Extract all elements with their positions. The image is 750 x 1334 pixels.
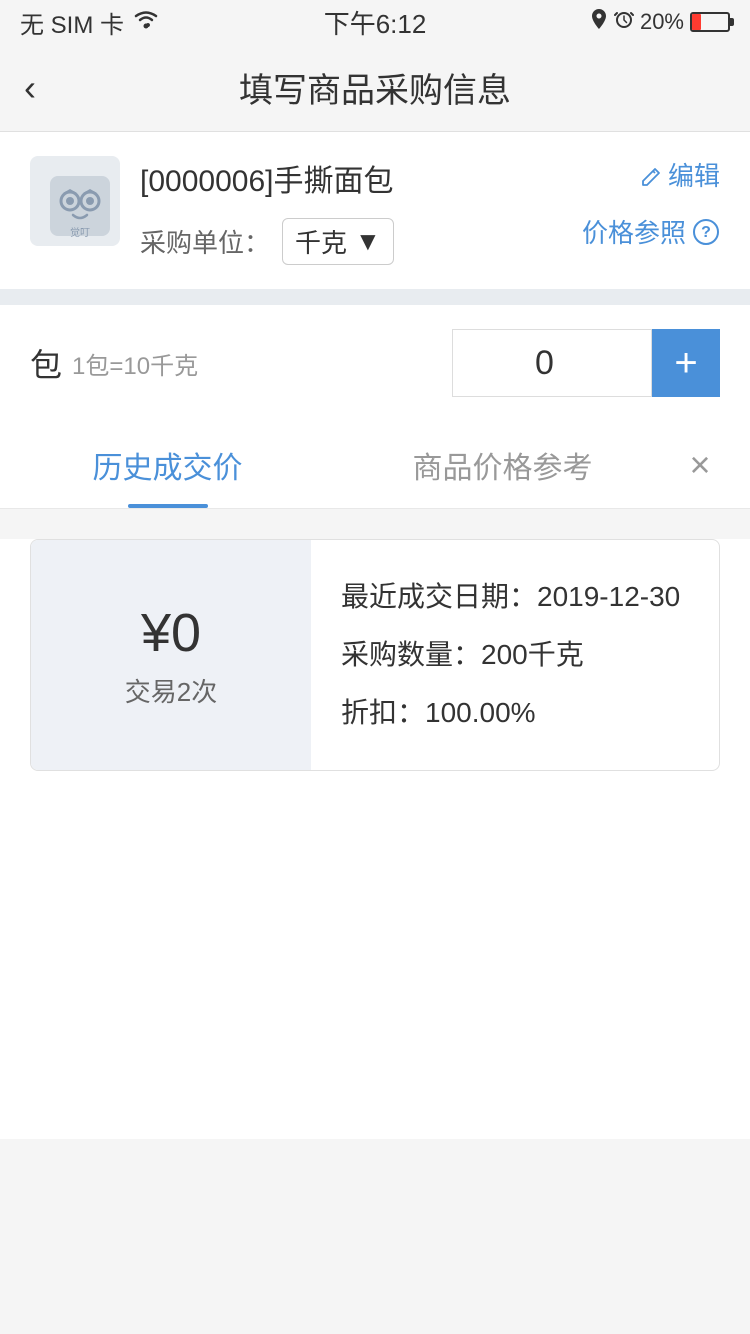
price-reference-button[interactable]: 价格参照 ?	[582, 213, 720, 250]
dropdown-arrow-icon: ▼	[355, 226, 381, 257]
edit-label: 编辑	[668, 156, 720, 193]
battery-icon	[690, 12, 730, 32]
discount-value: 100.00%	[425, 697, 536, 728]
quantity-input[interactable]	[452, 329, 652, 397]
purchase-qty-value: 200千克	[481, 639, 584, 670]
product-logo-icon: 觉叮	[45, 171, 115, 241]
page-title: 填写商品采购信息	[239, 63, 511, 112]
tab-history-price-label: 历史成交价	[93, 443, 243, 487]
location-icon	[590, 8, 608, 36]
quantity-row: 包 1包=10千克 +	[0, 305, 750, 421]
edit-icon	[640, 164, 662, 186]
unit-dropdown[interactable]: 千克 ▼	[282, 218, 394, 265]
discount-row: 折扣：100.00%	[341, 692, 689, 734]
price-details: 最近成交日期：2019-12-30 采购数量：200千克 折扣：100.00%	[311, 540, 719, 770]
quantity-unit-char: 包	[30, 340, 62, 386]
product-unit-row: 采购单位： 千克 ▼	[140, 218, 394, 265]
tab-active-indicator	[128, 504, 208, 508]
product-name: [0000006]手撕面包	[140, 156, 394, 200]
product-right-actions: 编辑 价格参照 ?	[582, 156, 720, 250]
product-info: [0000006]手撕面包 采购单位： 千克 ▼	[140, 156, 394, 265]
svg-text:?: ?	[701, 224, 711, 241]
help-circle-icon: ?	[692, 218, 720, 246]
close-icon: ×	[689, 444, 710, 486]
unit-value: 千克	[295, 223, 347, 260]
transaction-count: 交易2次	[125, 672, 217, 709]
carrier-text: 无 SIM 卡	[20, 5, 124, 40]
tab-price-ref-label: 商品价格参考	[413, 443, 593, 487]
status-time: 下午6:12	[324, 4, 427, 41]
tab-bar: 历史成交价 商品价格参考 ×	[0, 421, 750, 509]
recent-date-row: 最近成交日期：2019-12-30	[341, 576, 689, 618]
tab-history-price[interactable]: 历史成交价	[0, 421, 335, 508]
price-card: ¥0 交易2次 最近成交日期：2019-12-30 采购数量：200千克 折扣：…	[30, 539, 720, 771]
status-right: 20%	[590, 8, 730, 36]
quantity-plus-button[interactable]: +	[652, 329, 720, 397]
content-area: ¥0 交易2次 最近成交日期：2019-12-30 采购数量：200千克 折扣：…	[0, 539, 750, 1139]
wifi-icon	[132, 8, 160, 36]
product-card: 觉叮 [0000006]手撕面包 采购单位： 千克 ▼	[0, 132, 750, 289]
back-button[interactable]: ‹	[24, 67, 36, 109]
section-divider	[0, 289, 750, 305]
discount-label: 折扣：	[341, 697, 425, 728]
unit-label: 采购单位：	[140, 223, 270, 260]
status-left: 无 SIM 卡	[20, 5, 160, 40]
price-amount: ¥0	[141, 602, 201, 664]
recent-date-value: 2019-12-30	[537, 581, 680, 612]
quantity-unit-sub: 1包=10千克	[72, 346, 198, 381]
quantity-label: 包 1包=10千克	[30, 340, 198, 386]
recent-date-label: 最近成交日期：	[341, 581, 537, 612]
status-bar: 无 SIM 卡 下午6:12 20%	[0, 0, 750, 44]
tab-product-price-reference[interactable]: 商品价格参考	[335, 421, 670, 508]
price-ref-label: 价格参照	[582, 213, 686, 250]
purchase-qty-row: 采购数量：200千克	[341, 634, 689, 676]
svg-text:觉叮: 觉叮	[70, 227, 90, 239]
purchase-qty-label: 采购数量：	[341, 639, 481, 670]
price-summary: ¥0 交易2次	[31, 540, 311, 770]
close-button[interactable]: ×	[670, 435, 730, 495]
nav-bar: ‹ 填写商品采购信息	[0, 44, 750, 132]
edit-button[interactable]: 编辑	[640, 156, 720, 193]
battery-percent: 20%	[640, 9, 684, 35]
product-thumbnail: 觉叮	[30, 156, 120, 246]
alarm-icon	[614, 9, 634, 35]
quantity-input-group: +	[452, 329, 720, 397]
